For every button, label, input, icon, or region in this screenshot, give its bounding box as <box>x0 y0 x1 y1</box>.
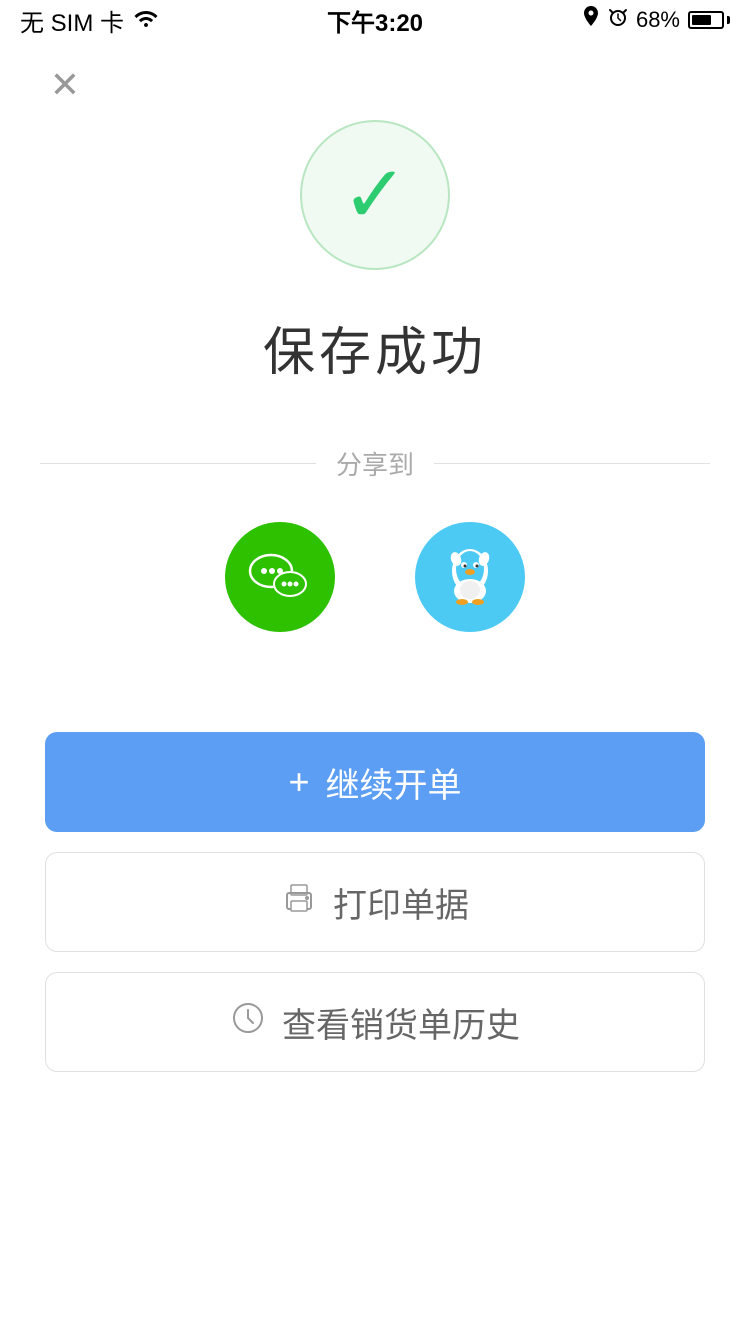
share-icons-container <box>0 522 750 632</box>
status-time: 下午3:20 <box>327 3 423 38</box>
print-label: 打印单据 <box>333 878 469 927</box>
status-right: 68% <box>582 6 730 34</box>
continue-order-label: 继续开单 <box>326 758 462 807</box>
alarm-icon <box>608 6 628 34</box>
battery-icon <box>688 11 730 29</box>
main-content: ✓ 保存成功 分享到 <box>0 40 750 1072</box>
continue-order-button[interactable]: + 继续开单 <box>45 732 705 832</box>
wechat-icon <box>247 549 313 605</box>
divider-right <box>434 463 710 464</box>
close-button[interactable]: ✕ <box>40 60 90 110</box>
history-icon <box>230 1000 266 1045</box>
history-button[interactable]: 查看销货单历史 <box>45 972 705 1072</box>
checkmark-icon: ✓ <box>341 155 408 235</box>
sim-status: 无 SIM 卡 <box>20 3 124 38</box>
share-label: 分享到 <box>316 445 434 482</box>
plus-icon: + <box>288 761 309 803</box>
share-divider: 分享到 <box>0 445 750 482</box>
qq-share-button[interactable] <box>415 522 525 632</box>
wifi-icon <box>132 6 160 35</box>
status-left: 无 SIM 卡 <box>20 3 160 38</box>
qq-icon <box>438 541 502 613</box>
location-icon <box>582 6 600 34</box>
share-section: 分享到 <box>0 445 750 692</box>
close-icon: ✕ <box>50 67 80 103</box>
battery-percentage: 68% <box>636 7 680 33</box>
print-button[interactable]: 打印单据 <box>45 852 705 952</box>
action-buttons: + 继续开单 打印单据 查看销货单历史 <box>45 732 705 1072</box>
status-bar: 无 SIM 卡 下午3:20 68% <box>0 0 750 40</box>
history-label: 查看销货单历史 <box>282 998 520 1047</box>
wechat-share-button[interactable] <box>225 522 335 632</box>
success-title: 保存成功 <box>263 310 487 385</box>
print-icon <box>281 881 317 924</box>
success-indicator: ✓ <box>300 120 450 270</box>
divider-left <box>40 463 316 464</box>
